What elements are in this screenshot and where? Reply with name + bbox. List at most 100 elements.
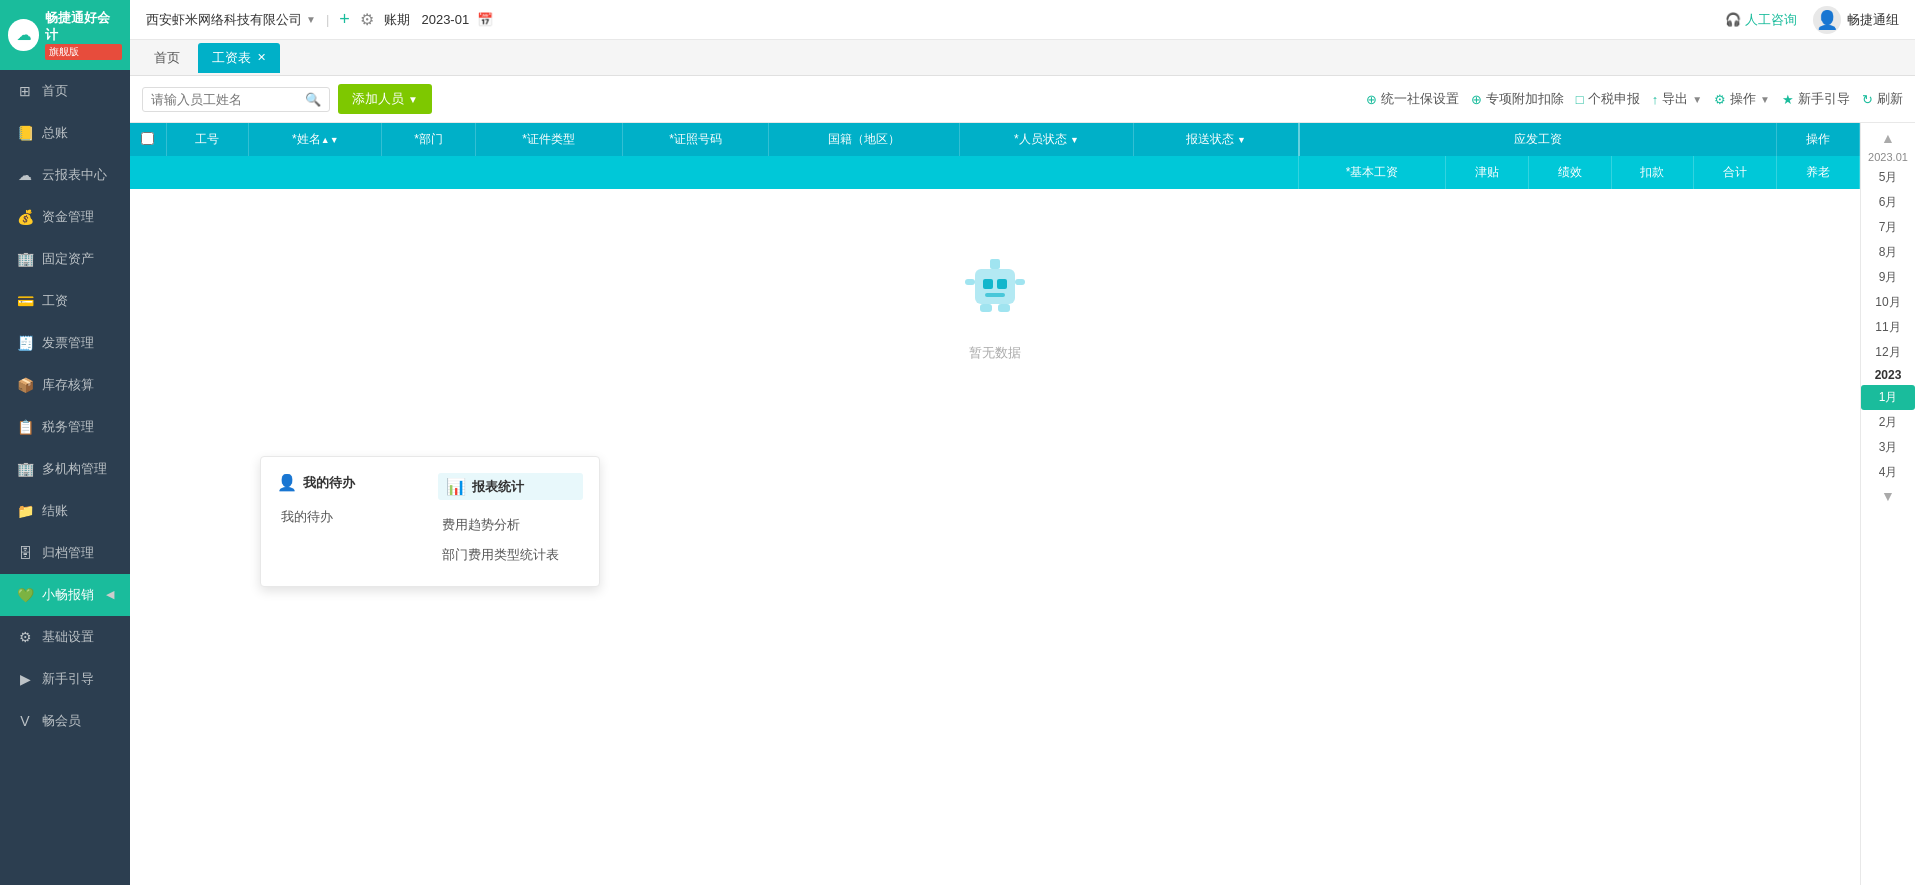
closing-icon: 📁	[16, 503, 34, 519]
add-company-button[interactable]: +	[339, 9, 350, 30]
export-arrow-icon: ▼	[1692, 94, 1702, 105]
timeline-month-8[interactable]: 8月	[1861, 240, 1915, 265]
select-all-checkbox[interactable]	[141, 132, 154, 145]
sidebar-item-closing[interactable]: 📁 结账	[0, 490, 130, 532]
user-menu[interactable]: 👤 畅捷通组	[1813, 6, 1899, 34]
timeline-down-button[interactable]: ▼	[1878, 485, 1898, 507]
sidebar-item-label: 归档管理	[42, 544, 94, 562]
sidebar-item-label: 首页	[42, 82, 68, 100]
timeline-month-1[interactable]: 1月	[1861, 385, 1915, 410]
xiaochang-icon: 💚	[16, 587, 34, 603]
sidebar-item-label: 固定资产	[42, 250, 94, 268]
refresh-button[interactable]: ↻ 刷新	[1862, 90, 1903, 108]
timeline-month-4[interactable]: 4月	[1861, 460, 1915, 485]
sidebar-item-home[interactable]: ⊞ 首页	[0, 70, 130, 112]
popup-section-report: 📊 报表统计 费用趋势分析 部门费用类型统计表	[438, 473, 583, 570]
company-selector[interactable]: 西安虾米网络科技有限公司 ▼	[146, 11, 316, 29]
sidebar-item-basic-settings[interactable]: ⚙ 基础设置	[0, 616, 130, 658]
sidebar-item-member[interactable]: V 畅会员	[0, 700, 130, 742]
timeline-month-12[interactable]: 12月	[1861, 340, 1915, 365]
sidebar-item-guide[interactable]: ▶ 新手引导	[0, 658, 130, 700]
timeline-month-9[interactable]: 9月	[1861, 265, 1915, 290]
timeline-month-6[interactable]: 6月	[1861, 190, 1915, 215]
inventory-icon: 📦	[16, 377, 34, 393]
sidebar-item-ledger[interactable]: 📒 总账	[0, 112, 130, 154]
sidebar-item-fund[interactable]: 💰 资金管理	[0, 196, 130, 238]
service-label: 人工咨询	[1745, 11, 1797, 29]
search-icon[interactable]: 🔍	[305, 92, 321, 107]
invoice-icon: 🧾	[16, 335, 34, 351]
timeline-year-2023: 2023	[1873, 365, 1904, 385]
sidebar-item-label: 总账	[42, 124, 68, 142]
sidebar-item-invoice[interactable]: 🧾 发票管理	[0, 322, 130, 364]
avatar: 👤	[1813, 6, 1841, 34]
th-report-status: 报送状态 ▼	[1134, 123, 1299, 156]
tab-salary-table[interactable]: 工资表 ✕	[198, 43, 280, 73]
salary-icon: 💳	[16, 293, 34, 309]
popup-title-pending: 👤 我的待办	[277, 473, 422, 492]
search-input[interactable]	[151, 92, 301, 107]
sidebar-item-cloud-report[interactable]: ☁ 云报表中心	[0, 154, 130, 196]
sidebar-item-salary[interactable]: 💳 工资	[0, 280, 130, 322]
timeline-month-10[interactable]: 10月	[1861, 290, 1915, 315]
th-id-type: *证件类型	[475, 123, 622, 156]
sidebar-item-fixed-assets[interactable]: 🏢 固定资产	[0, 238, 130, 280]
export-icon: ↑	[1652, 92, 1659, 107]
th-subsidy: 津贴	[1445, 156, 1528, 189]
calendar-icon[interactable]: 📅	[477, 12, 493, 27]
divider: |	[326, 12, 329, 27]
popup-item-trend[interactable]: 费用趋势分析	[438, 510, 583, 540]
th-emp-no: 工号	[166, 123, 249, 156]
th-salary-due: 应发工资	[1299, 123, 1777, 156]
guide-button[interactable]: ★ 新手引导	[1782, 90, 1850, 108]
svg-rect-1	[983, 279, 993, 289]
export-label: 导出	[1662, 90, 1688, 108]
operation-arrow-icon: ▼	[1760, 94, 1770, 105]
timeline-up-button[interactable]: ▲	[1878, 127, 1898, 149]
app-edition: 旗舰版	[45, 44, 122, 60]
operation-button[interactable]: ⚙ 操作 ▼	[1714, 90, 1770, 108]
close-tab-icon[interactable]: ✕	[257, 51, 266, 64]
timeline-month-7[interactable]: 7月	[1861, 215, 1915, 240]
special-deduction-button[interactable]: ⊕ 专项附加扣除	[1471, 90, 1564, 108]
add-person-label: 添加人员	[352, 90, 404, 108]
username: 畅捷通组	[1847, 11, 1899, 29]
service-button[interactable]: 🎧 人工咨询	[1725, 11, 1797, 29]
popup-item-dept-cost[interactable]: 部门费用类型统计表	[438, 540, 583, 570]
chevron-right-icon: ◀	[106, 588, 114, 601]
popup-item-my-pending[interactable]: 我的待办	[277, 502, 422, 532]
company-name: 西安虾米网络科技有限公司	[146, 11, 302, 29]
timeline-month-2[interactable]: 2月	[1861, 410, 1915, 435]
th-checkbox[interactable]	[130, 123, 166, 156]
social-security-button[interactable]: ⊕ 统一社保设置	[1366, 90, 1459, 108]
deduction-icon: ⊕	[1471, 92, 1482, 107]
report-icon: 📊	[446, 477, 466, 496]
export-button[interactable]: ↑ 导出 ▼	[1652, 90, 1702, 108]
settings-icon[interactable]: ⚙	[360, 10, 374, 29]
timeline-month-3[interactable]: 3月	[1861, 435, 1915, 460]
sidebar-item-label: 多机构管理	[42, 460, 107, 478]
sidebar-item-label: 云报表中心	[42, 166, 107, 184]
sidebar-item-tax[interactable]: 📋 税务管理	[0, 406, 130, 448]
timeline-month-5[interactable]: 5月	[1861, 165, 1915, 190]
timeline-sidebar: ▲ 2023.01 5月 6月 7月 8月 9月 10月 11月 12月 202…	[1860, 123, 1915, 885]
th-basic-salary: *基本工资	[1299, 156, 1446, 189]
sidebar-item-inventory[interactable]: 📦 库存核算	[0, 364, 130, 406]
sidebar-item-xiaochang[interactable]: 💚 小畅报销 ◀	[0, 574, 130, 616]
sidebar-item-label: 资金管理	[42, 208, 94, 226]
headset-icon: 🎧	[1725, 12, 1741, 27]
report-title-text: 报表统计	[472, 478, 524, 496]
sidebar-item-multi-org[interactable]: 🏢 多机构管理	[0, 448, 130, 490]
empty-state: 暂无数据	[130, 189, 1860, 422]
tab-home-label: 首页	[154, 49, 180, 67]
tax-return-button[interactable]: □ 个税申报	[1576, 90, 1640, 108]
add-person-button[interactable]: 添加人员 ▼	[338, 84, 432, 114]
refresh-label: 刷新	[1877, 90, 1903, 108]
tab-home[interactable]: 首页	[140, 43, 194, 73]
sidebar-item-archive[interactable]: 🗄 归档管理	[0, 532, 130, 574]
refresh-icon: ↻	[1862, 92, 1873, 107]
dropdown-arrow-icon: ▼	[408, 94, 418, 105]
content-area: 🔍 添加人员 ▼ ⊕ 统一社保设置 ⊕ 专项附加扣除 □ 个税申报	[130, 76, 1915, 885]
timeline-month-11[interactable]: 11月	[1861, 315, 1915, 340]
app-logo[interactable]: ☁ 畅捷通好会计 旗舰版	[0, 0, 130, 70]
